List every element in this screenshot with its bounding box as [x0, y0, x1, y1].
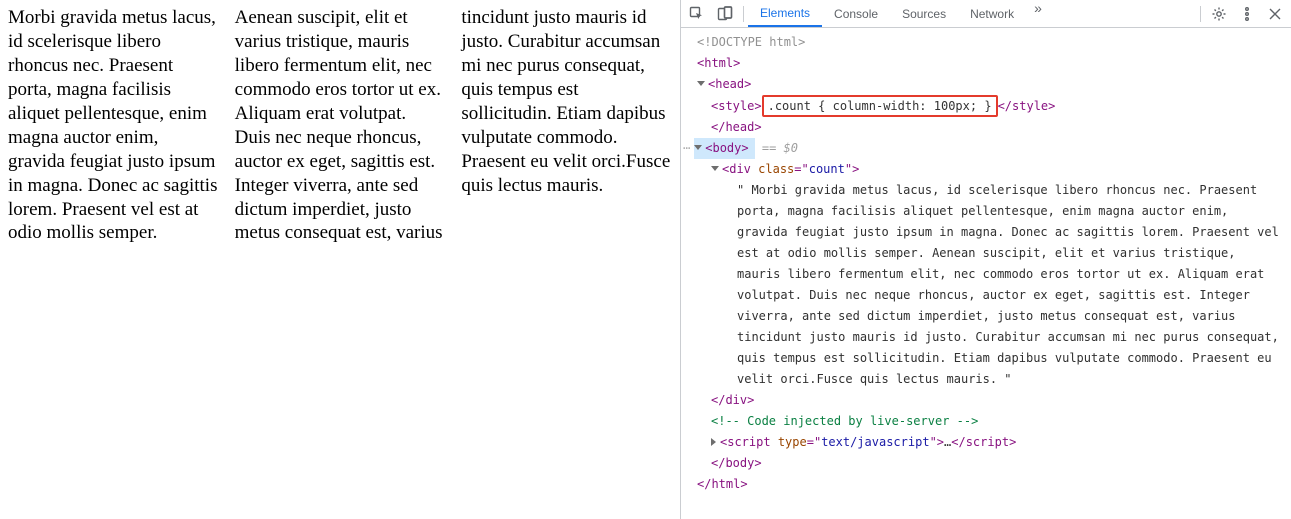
style-content-highlight: .count { column-width: 100px; }	[762, 95, 998, 117]
dom-head-close[interactable]: </head>	[681, 117, 1291, 138]
toolbar-divider	[1200, 6, 1201, 22]
rendered-page: Morbi gravida metus lacus, id scelerisqu…	[0, 0, 680, 519]
dom-script[interactable]: <script type="text/javascript">…</script…	[681, 432, 1291, 453]
dom-html-close[interactable]: </html>	[681, 474, 1291, 495]
device-toggle-icon[interactable]	[711, 1, 739, 27]
dom-tree[interactable]: <!DOCTYPE html> <html> <head> <style>.co…	[681, 28, 1291, 519]
dom-body-open[interactable]: ⋯<body> == $0	[681, 138, 1291, 159]
devtools-tabs: Elements Console Sources Network »	[748, 0, 1050, 27]
tab-sources[interactable]: Sources	[890, 0, 958, 27]
dom-head-open[interactable]: <head>	[681, 74, 1291, 95]
settings-icon[interactable]	[1205, 1, 1233, 27]
tab-elements[interactable]: Elements	[748, 0, 822, 27]
dom-style[interactable]: <style>.count { column-width: 100px; }</…	[681, 95, 1291, 117]
toolbar-divider	[743, 6, 744, 22]
dom-comment[interactable]: <!-- Code injected by live-server -->	[681, 411, 1291, 432]
dom-doctype[interactable]: <!DOCTYPE html>	[681, 32, 1291, 53]
tab-console[interactable]: Console	[822, 0, 890, 27]
devtools-panel: Elements Console Sources Network » <!DOC…	[680, 0, 1291, 519]
caret-down-icon[interactable]	[694, 145, 702, 150]
dom-body-close[interactable]: </body>	[681, 453, 1291, 474]
tab-network[interactable]: Network	[958, 0, 1026, 27]
devtools-toolbar: Elements Console Sources Network »	[681, 0, 1291, 28]
caret-right-icon[interactable]	[711, 438, 716, 446]
inspect-icon[interactable]	[683, 1, 711, 27]
paragraph-text: Morbi gravida metus lacus, id scelerisqu…	[8, 6, 672, 245]
dom-div-open[interactable]: <div class="count">	[681, 159, 1291, 180]
selection-dots-icon: ⋯	[681, 138, 694, 159]
kebab-menu-icon[interactable]	[1233, 1, 1261, 27]
tabs-overflow-icon[interactable]: »	[1026, 0, 1050, 27]
dom-text-node[interactable]: " Morbi gravida metus lacus, id sceleris…	[681, 180, 1291, 390]
close-icon[interactable]	[1261, 1, 1289, 27]
dom-div-close[interactable]: </div>	[681, 390, 1291, 411]
caret-down-icon[interactable]	[697, 81, 705, 86]
dom-html-open[interactable]: <html>	[681, 53, 1291, 74]
caret-down-icon[interactable]	[711, 166, 719, 171]
